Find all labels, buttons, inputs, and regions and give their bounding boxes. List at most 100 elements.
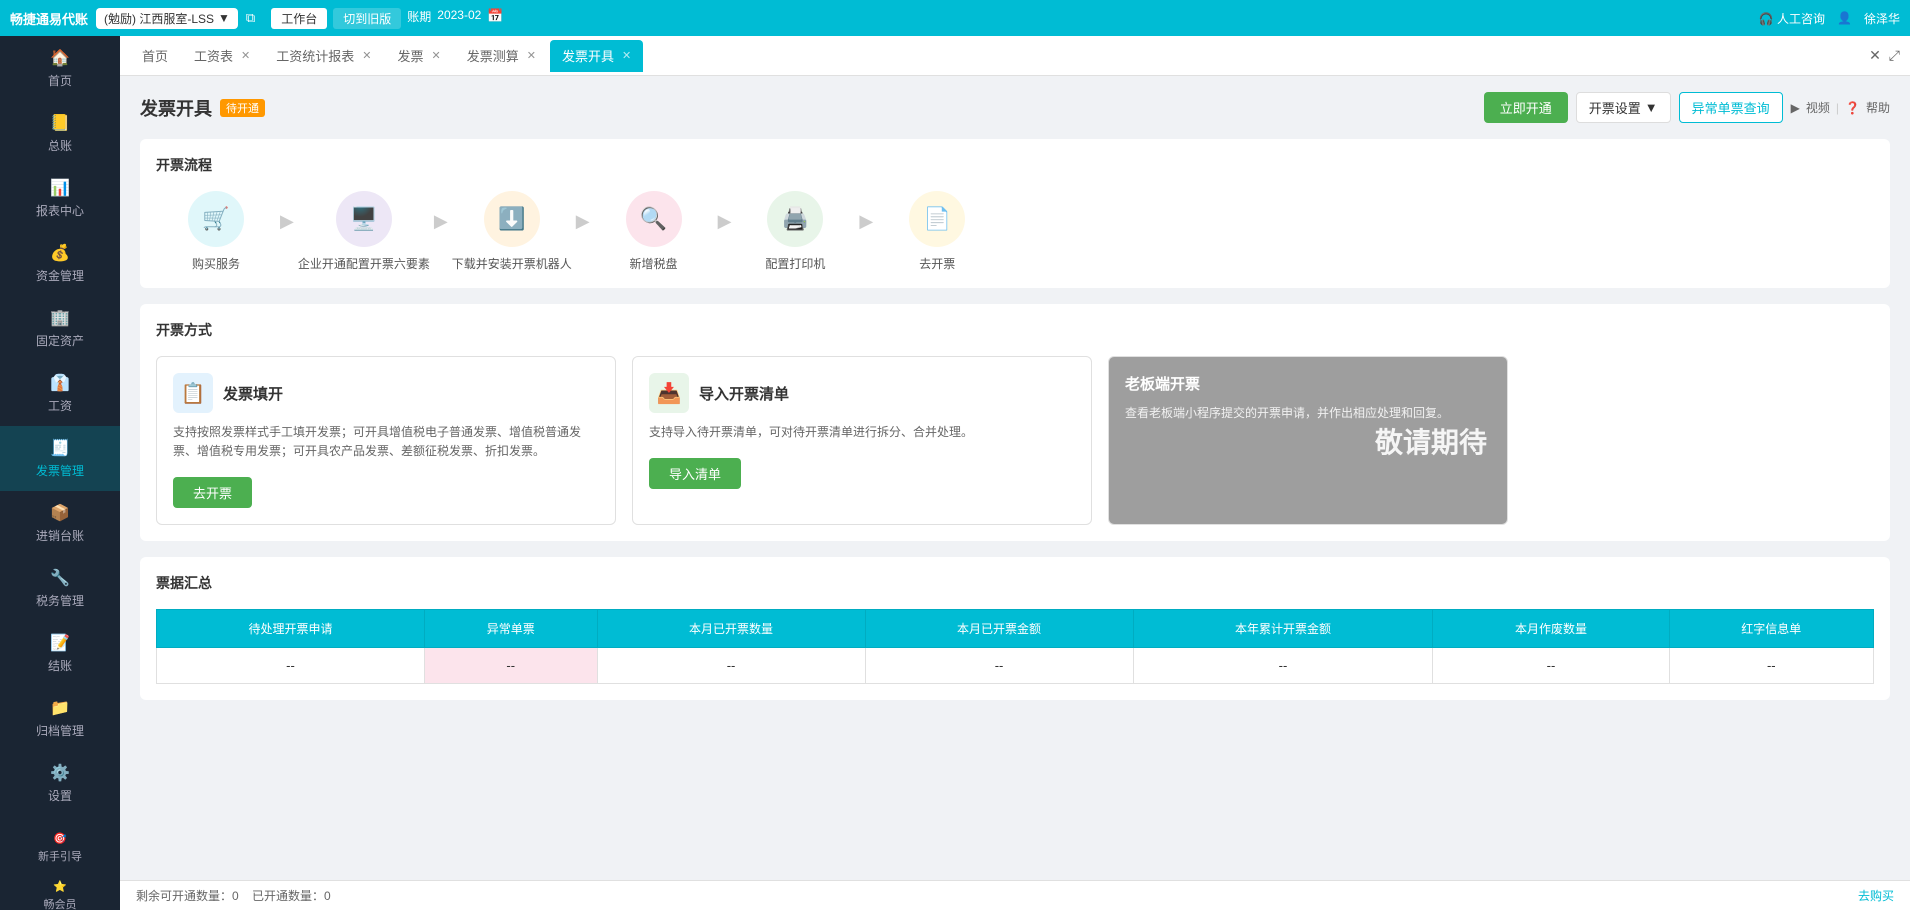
- top-bar: 畅捷通易代账 (勉励) 江西服室-LSS ▼ ⧉ 工作台 切到旧版 账期 202…: [0, 0, 1910, 36]
- chevron-down-icon: ▼: [1645, 100, 1658, 115]
- summary-header-1: 异常单票: [425, 610, 598, 648]
- tab-bar: 首页工资表✕工资统计报表✕发票✕发票测算✕发票开具✕ ✕ ⤢: [120, 36, 1910, 76]
- summary-cell-4: --: [1133, 648, 1433, 684]
- process-label-1: 企业开通配置开票六要素: [298, 255, 430, 272]
- switch-old-btn[interactable]: 切到旧版: [333, 8, 401, 29]
- sidebar-item-进销台账[interactable]: 📦进销台账: [0, 491, 120, 556]
- import-desc: 支持导入待开票清单，可对待开票清单进行拆分、合并处理。: [649, 423, 1075, 442]
- support-btn[interactable]: 🎧 人工咨询: [1759, 10, 1825, 27]
- process-label-5: 去开票: [919, 255, 955, 272]
- process-icon-1: 🖥️: [336, 191, 392, 247]
- help-group: ▶ 视频 | ❓ 帮助: [1791, 99, 1890, 116]
- fill-desc: 支持按照发票样式手工填开发票；可开具增值税电子普通发票、增值税普通发票、增值税专…: [173, 423, 599, 461]
- process-arrow-2: ▶: [576, 211, 590, 252]
- method-card-import: 📥 导入开票清单 支持导入待开票清单，可对待开票清单进行拆分、合并处理。 导入清…: [632, 356, 1092, 525]
- process-step-4[interactable]: 🖨️ 配置打印机: [735, 191, 855, 272]
- page-title-group: 发票开具 待开通: [140, 95, 265, 121]
- sidebar-icon: 🧾: [50, 438, 70, 458]
- abnormal-query-btn[interactable]: 异常单票查询: [1679, 92, 1783, 123]
- process-icon-4: 🖨️: [767, 191, 823, 247]
- company-selector[interactable]: (勉励) 江西服室-LSS ▼: [96, 8, 238, 29]
- help-icon: ❓: [1845, 101, 1860, 115]
- sidebar-bottom-新手引导[interactable]: 🎯新手引导: [0, 824, 120, 872]
- workbench-btn[interactable]: 工作台: [271, 8, 327, 29]
- tab-close-icon[interactable]: ✕: [362, 49, 371, 62]
- tab-close-btn[interactable]: ✕: [1869, 47, 1881, 64]
- sidebar-item-发票管理[interactable]: 🧾发票管理: [0, 426, 120, 491]
- tab-close-icon[interactable]: ✕: [241, 49, 250, 62]
- sidebar-icon: 📁: [50, 698, 70, 718]
- tab-首页[interactable]: 首页: [130, 40, 180, 72]
- summary-header-3: 本月已开票金额: [865, 610, 1133, 648]
- coming-soon-label: 敬请期待: [1375, 421, 1487, 461]
- summary-cell-6: --: [1669, 648, 1873, 684]
- summary-header-5: 本月作废数量: [1433, 610, 1669, 648]
- process-step-5[interactable]: 📄 去开票: [877, 191, 997, 272]
- top-btns: 工作台 切到旧版 账期 2023-02 📅: [271, 8, 503, 29]
- copy-icon[interactable]: ⧉: [246, 10, 255, 26]
- summary-cell-2: --: [597, 648, 865, 684]
- summary-title: 票据汇总: [156, 573, 1874, 593]
- immediate-open-btn[interactable]: 立即开通: [1484, 92, 1568, 123]
- buy-link[interactable]: 去购买: [1858, 887, 1894, 904]
- process-icon-2: ⬇️: [484, 191, 540, 247]
- sidebar-item-固定资产[interactable]: 🏢固定资产: [0, 296, 120, 361]
- fill-title: 发票填开: [223, 383, 283, 404]
- go-invoice-btn[interactable]: 去开票: [173, 477, 252, 508]
- tab-发票测算[interactable]: 发票测算✕: [455, 40, 548, 72]
- tab-close-icon[interactable]: ✕: [527, 49, 536, 62]
- sidebar-icon: 📝: [50, 633, 70, 653]
- bottom-bar: 剩余可开通数量：0 已开通数量：0 去购买: [120, 880, 1910, 910]
- sidebar-item-归档管理[interactable]: 📁归档管理: [0, 686, 120, 751]
- content-area: 首页工资表✕工资统计报表✕发票✕发票测算✕发票开具✕ ✕ ⤢ 发票开具 待开通 …: [120, 36, 1910, 910]
- tab-close-icon[interactable]: ✕: [432, 49, 441, 62]
- tab-发票开具[interactable]: 发票开具✕: [550, 40, 643, 72]
- sidebar-bottom-畅会员[interactable]: ⭐畅会员: [0, 872, 120, 910]
- tab-工资统计报表[interactable]: 工资统计报表✕: [264, 40, 383, 72]
- summary-section: 票据汇总 待处理开票申请异常单票本月已开票数量本月已开票金额本年累计开票金额本月…: [140, 557, 1890, 700]
- opened-label: 已开通数量：0: [252, 889, 331, 903]
- tab-工资表[interactable]: 工资表✕: [182, 40, 262, 72]
- sidebar-item-报表中心[interactable]: 📊报表中心: [0, 166, 120, 231]
- sidebar-icon: 📒: [50, 113, 70, 133]
- process-step-0[interactable]: 🛒 购买服务: [156, 191, 276, 272]
- page-header-actions: 立即开通 开票设置 ▼ 异常单票查询 ▶ 视频 | ❓ 帮助: [1484, 92, 1890, 123]
- sidebar-item-设置[interactable]: ⚙️设置: [0, 751, 120, 816]
- tab-close-icon[interactable]: ✕: [622, 49, 631, 62]
- summary-table: 待处理开票申请异常单票本月已开票数量本月已开票金额本年累计开票金额本月作废数量红…: [156, 609, 1874, 684]
- top-right-area: 🎧 人工咨询 👤 徐泽华: [1759, 10, 1900, 27]
- import-icon: 📥: [649, 373, 689, 413]
- process-step-2[interactable]: ⬇️ 下载并安装开票机器人: [452, 191, 572, 272]
- import-list-btn[interactable]: 导入清单: [649, 458, 741, 489]
- sidebar-item-首页[interactable]: 🏠首页: [0, 36, 120, 101]
- process-arrow-1: ▶: [434, 211, 448, 252]
- process-step-1[interactable]: 🖥️ 企业开通配置开票六要素: [298, 191, 430, 272]
- process-icon-0: 🛒: [188, 191, 244, 247]
- method-section: 开票方式 📋 发票填开 支持按照发票样式手工填开发票；可开具增值税电子普通发票、…: [140, 304, 1890, 541]
- sidebar-item-总账[interactable]: 📒总账: [0, 101, 120, 166]
- sidebar-item-工资[interactable]: 👔工资: [0, 361, 120, 426]
- process-label-3: 新增税盘: [630, 255, 678, 272]
- tab-发票[interactable]: 发票✕: [385, 40, 452, 72]
- sidebar-icon: 💰: [50, 243, 70, 263]
- import-title: 导入开票清单: [699, 383, 789, 404]
- sidebar-item-结账[interactable]: 📝结账: [0, 621, 120, 686]
- fill-icon: 📋: [173, 373, 213, 413]
- calendar-icon[interactable]: 📅: [487, 8, 503, 29]
- process-icon-3: 🔍: [626, 191, 682, 247]
- sidebar-icon: 👔: [50, 373, 70, 393]
- remaining-label: 剩余可开通数量：0: [136, 889, 239, 903]
- summary-cell-5: --: [1433, 648, 1669, 684]
- sidebar-item-资金管理[interactable]: 💰资金管理: [0, 231, 120, 296]
- sidebar-icon: 🔧: [50, 568, 70, 588]
- sidebar-bottom: 🎯新手引导⭐畅会员 📌 取消固定: [0, 816, 120, 910]
- tab-restore-btn[interactable]: ⤢: [1889, 47, 1900, 64]
- sidebar-item-税务管理[interactable]: 🔧税务管理: [0, 556, 120, 621]
- app-logo: 畅捷通易代账: [10, 9, 88, 28]
- status-badge: 待开通: [220, 99, 265, 117]
- process-step-3[interactable]: 🔍 新增税盘: [594, 191, 714, 272]
- period-value: 2023-02: [437, 8, 481, 29]
- sidebar-icon: 🏠: [50, 48, 70, 68]
- settings-btn[interactable]: 开票设置 ▼: [1576, 92, 1671, 123]
- method-card-fill: 📋 发票填开 支持按照发票样式手工填开发票；可开具增值税电子普通发票、增值税普通…: [156, 356, 616, 525]
